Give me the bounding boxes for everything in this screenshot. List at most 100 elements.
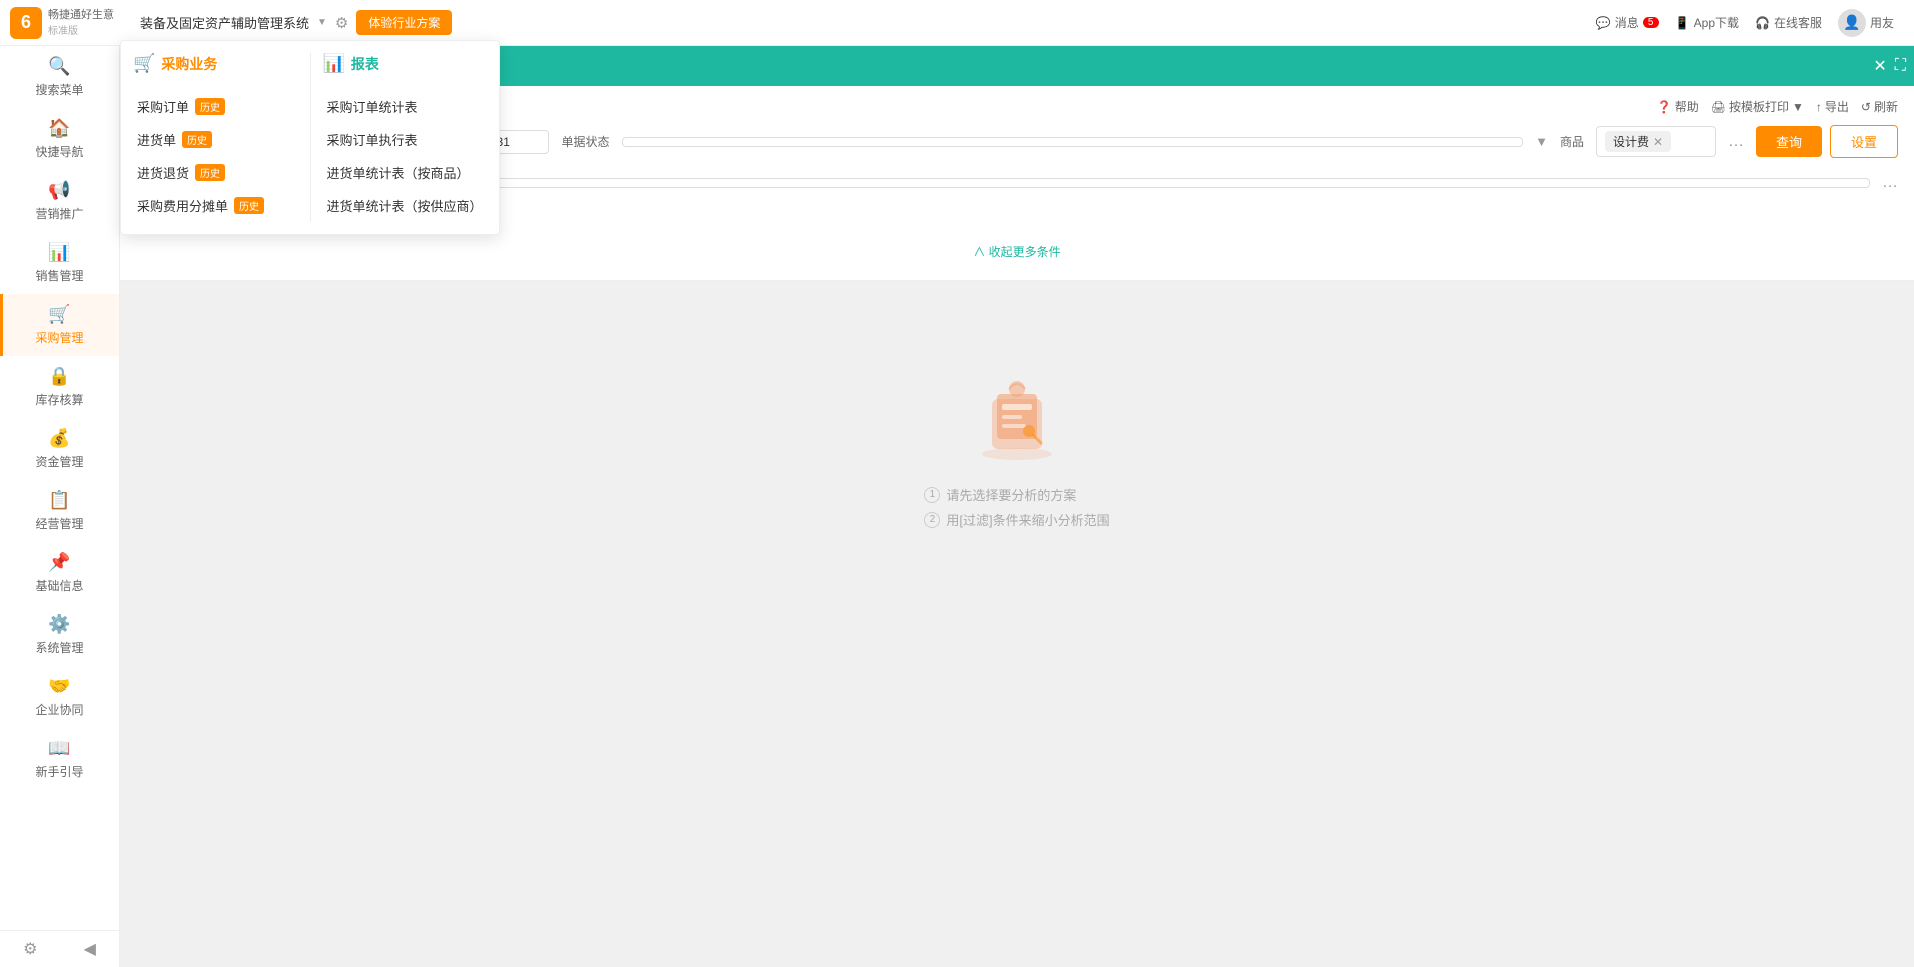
finance-icon: 💰 [48,428,70,449]
voucher-status-input[interactable] [622,137,1524,147]
print-button[interactable]: 🖨 按模板打印 ▼ [1711,98,1804,115]
salesperson-more-btn[interactable]: … [1882,174,1898,192]
sidebar-item-basic[interactable]: 📌 基础信息 [0,542,119,604]
sidebar-item-label: 基础信息 [35,577,83,594]
export-button[interactable]: ↑ 导出 [1816,98,1849,115]
collapse-btn[interactable]: ∧ 收起更多条件 [136,235,1898,268]
sidebar-item-label: 经营管理 [35,515,83,532]
logo-area: 6 畅捷通好生意 标准版 [10,7,130,39]
dropdown-item-incoming-supplier[interactable]: 进货单统计表（按供应商） [323,189,488,222]
sidebar-item-quick-nav[interactable]: 🏠 快捷导航 [0,108,119,170]
marketing-icon: 📢 [48,180,70,201]
help-button[interactable]: ❓ 帮助 [1657,98,1699,115]
goods-label: 商品 [1560,133,1584,150]
main-layout: 🔍 搜索菜单 🏠 快捷导航 📢 营销推广 📊 销售管理 🛒 采购管理 🔒 库存核… [0,46,1914,967]
collapse-icon[interactable]: ◀ [84,939,96,959]
avatar: 👤 [1838,9,1866,37]
system-title: 装备及固定资产辅助管理系统 [140,13,309,32]
sidebar-item-search[interactable]: 🔍 搜索菜单 [0,46,119,108]
phone-icon: 📱 [1675,16,1690,30]
empty-illustration [967,369,1067,469]
goods-more-btn[interactable]: … [1728,133,1744,151]
tab-bar-right: ✕ ⛶ [1873,56,1914,76]
inventory-icon: 🔒 [48,366,70,387]
dropdown-item-return[interactable]: 进货退货 历史 [133,156,298,189]
sidebar-item-label: 企业协同 [35,701,83,718]
incoming-label: 进货单 [137,130,176,149]
basic-icon: 📌 [48,552,70,573]
sidebar-item-purchase[interactable]: 🛒 采购管理 [0,294,119,356]
export-icon: ↑ [1816,100,1822,114]
sidebar-item-marketing[interactable]: 📢 营销推广 [0,170,119,232]
sidebar-item-guide[interactable]: 📖 新手引导 [0,728,119,790]
logo-version: 标准版 [48,22,114,37]
sidebar-item-enterprise[interactable]: 🤝 企业协同 [0,666,119,728]
industry-button[interactable]: 体验行业方案 [356,10,452,35]
settings-bottom-icon[interactable]: ⚙ [23,939,37,959]
dropdown-item-order-stats[interactable]: 采购订单统计表 [323,90,488,123]
system-dropdown-arrow[interactable]: ▼ [317,17,327,28]
tip-num-2: 2 [924,512,940,528]
query-button[interactable]: 查询 [1756,126,1822,157]
empty-tips: 1 请先选择要分析的方案 2 用[过滤]条件来缩小分析范围 [924,485,1109,529]
tip-text-2: 用[过滤]条件来缩小分析范围 [946,510,1109,529]
expense-label: 采购费用分摊单 [137,196,228,215]
goods-tag: 设计费 ✕ [1605,131,1671,152]
content-area: 首页 销售排行榜 ✕ ✕ ⛶ ❓ 帮助 [120,46,1914,967]
sidebar-item-label: 快捷导航 [35,143,83,160]
sidebar-item-operation[interactable]: 📋 经营管理 [0,480,119,542]
sidebar-item-label: 销售管理 [35,267,83,284]
online-service-action[interactable]: 🎧 在线客服 [1755,14,1822,31]
history-badge-2: 历史 [195,164,225,181]
salesperson-input[interactable] [373,178,1870,188]
filter-actions: 查询 设置 [1756,125,1898,158]
message-action[interactable]: 💬 消息 5 [1596,14,1659,31]
refresh-icon: ↺ [1861,100,1871,114]
empty-tip-2: 2 用[过滤]条件来缩小分析范围 [924,510,1109,529]
sidebar-item-inventory[interactable]: 🔒 库存核算 [0,356,119,418]
purchase-dropdown-menu: 🛒 采购业务 采购订单 历史 进货单 历史 进货退货 历史 采购费用分摊单 [120,46,500,235]
sidebar-item-system[interactable]: ⚙️ 系统管理 [0,604,119,666]
sidebar: 🔍 搜索菜单 🏠 快捷导航 📢 营销推广 📊 销售管理 🛒 采购管理 🔒 库存核… [0,46,120,967]
user-action[interactable]: 👤 用友 [1838,9,1894,37]
sidebar-item-label: 系统管理 [35,639,83,656]
search-icon: 🔍 [48,56,70,77]
active-indicator [0,294,3,356]
purchase-order-label: 采购订单 [137,97,189,116]
return-label: 进货退货 [137,163,189,182]
goods-input[interactable]: 设计费 ✕ [1596,126,1716,157]
sidebar-item-finance[interactable]: 💰 资金管理 [0,418,119,480]
dropdown-item-order-exec[interactable]: 采购订单执行表 [323,123,488,156]
message-icon: 💬 [1596,16,1611,30]
tab-expand-icon[interactable]: ⛶ [1895,57,1906,75]
dropdown-item-incoming[interactable]: 进货单 历史 [133,123,298,156]
dropdown-item-purchase-order[interactable]: 采购订单 历史 [133,90,298,123]
sidebar-item-label: 营销推广 [35,205,83,222]
voucher-status-label: 单据状态 [561,133,609,150]
dropdown-report-col: 📊 报表 采购订单统计表 采购订单执行表 进货单统计表（按商品） 进货单统计表（… [311,53,500,222]
sidebar-item-label: 库存核算 [35,391,83,408]
header-right: 💬 消息 5 📱 App下载 🎧 在线客服 👤 用友 [1596,9,1904,37]
dropdown-item-incoming-goods[interactable]: 进货单统计表（按商品） [323,156,488,189]
gear-icon[interactable]: ⚙ [335,14,348,32]
print-icon: 🖨 [1711,100,1726,114]
goods-tag-close[interactable]: ✕ [1653,135,1663,149]
empty-state: 1 请先选择要分析的方案 2 用[过滤]条件来缩小分析范围 [120,289,1914,609]
history-badge-3: 历史 [234,197,264,214]
dropdown-item-expense[interactable]: 采购费用分摊单 历史 [133,189,298,222]
print-dropdown-icon: ▼ [1792,100,1804,114]
guide-icon: 📖 [48,738,70,759]
tip-num-1: 1 [924,487,940,503]
logo-icon: 6 [10,7,42,39]
report-col-icon: 📊 [323,53,345,74]
tab-close-all-icon[interactable]: ✕ [1873,56,1886,76]
enterprise-icon: 🤝 [48,676,70,697]
app-download-label: App下载 [1694,14,1739,31]
set-button[interactable]: 设置 [1830,125,1898,158]
refresh-button[interactable]: ↺ 刷新 [1861,98,1898,115]
sidebar-item-label: 采购管理 [35,329,83,346]
sidebar-item-sales[interactable]: 📊 销售管理 [0,232,119,294]
voucher-status-dropdown[interactable]: ▼ [1535,134,1548,149]
empty-tip-1: 1 请先选择要分析的方案 [924,485,1109,504]
app-download-action[interactable]: 📱 App下载 [1675,14,1739,31]
